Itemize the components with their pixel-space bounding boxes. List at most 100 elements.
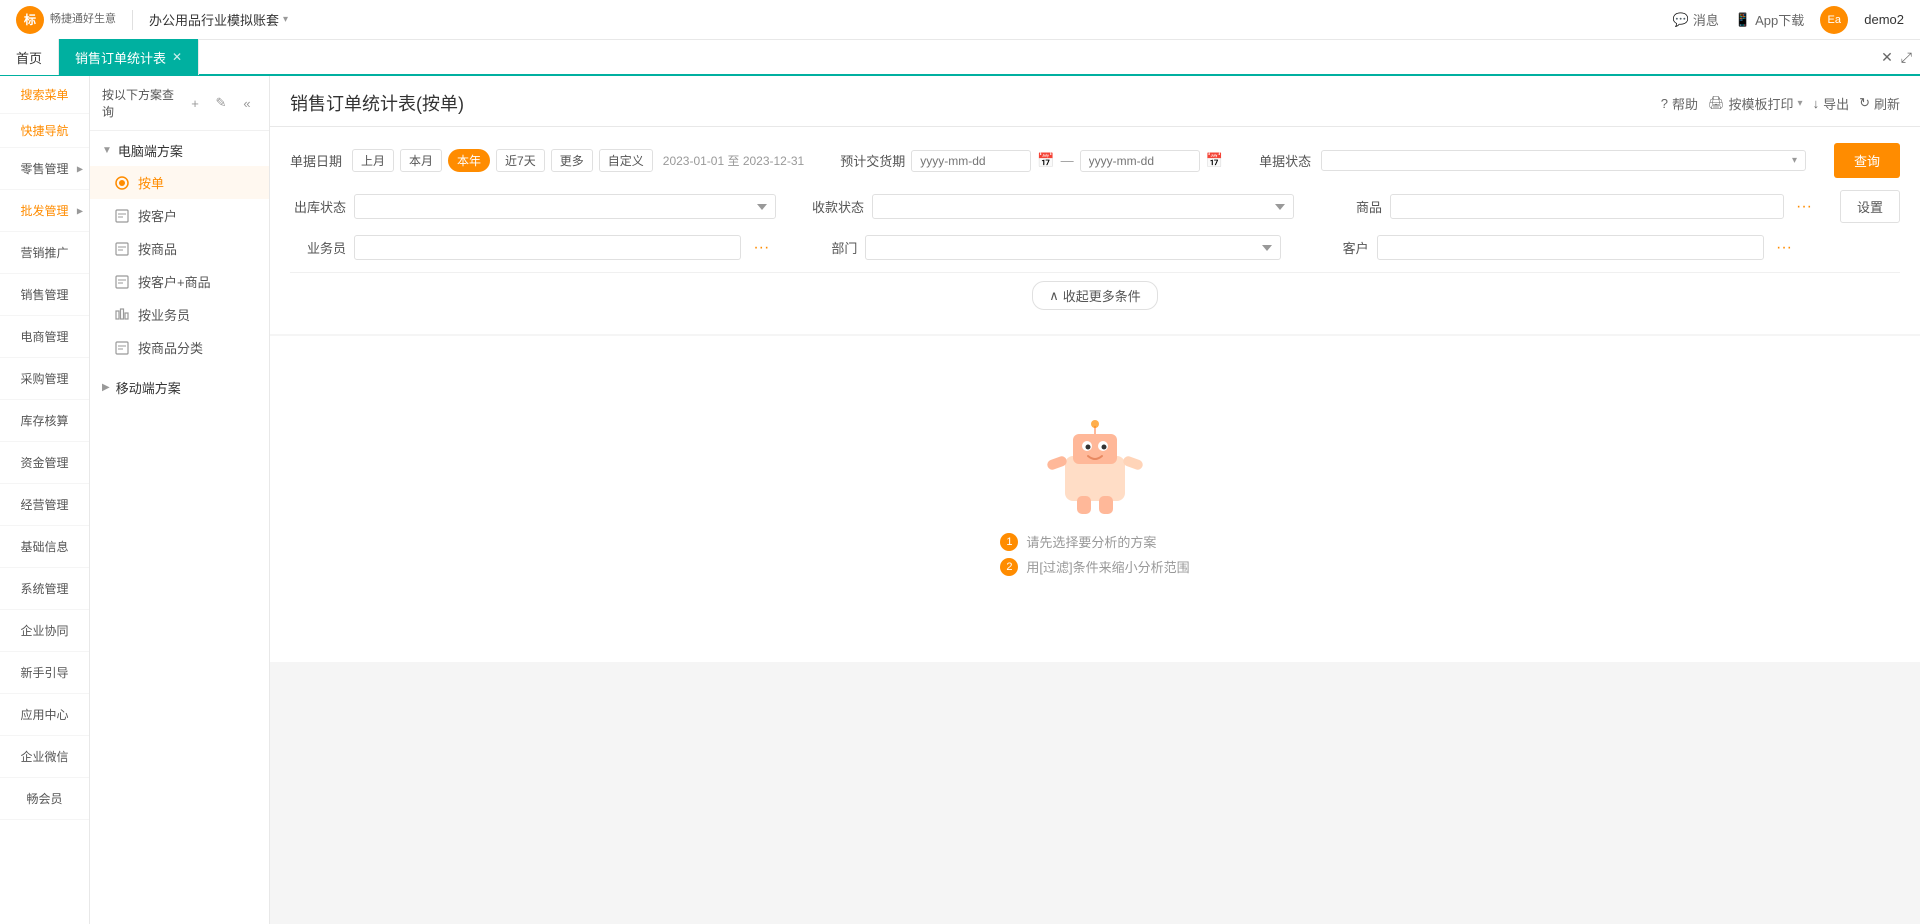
sidebar-item-corpwechat[interactable]: 企业微信 [0,736,89,778]
sidebar-item-marketing[interactable]: 营销推广 [0,232,89,274]
tab-close-icon[interactable]: ✕ [172,50,182,64]
date-btn-this-year[interactable]: 本年 [448,149,490,172]
scheme-panel: 按以下方案查询 + ✎ « ▼ 电脑端方案 按单 [90,76,270,924]
date-separator: — [1061,153,1074,168]
date-btn-last-month[interactable]: 上月 [352,149,394,172]
app-download-btn[interactable]: 📱 App下载 [1735,10,1804,29]
tab-sales-order-stats[interactable]: 销售订单统计表 ✕ [59,39,199,75]
collapse-arrow-icon: ∧ [1049,288,1059,304]
app-title[interactable]: 办公用品行业模拟账套 ▾ [149,10,288,29]
print-icon: 🖨 [1708,95,1725,111]
date-label: 单据日期 [290,151,346,170]
date-btn-custom[interactable]: 自定义 [599,149,653,172]
scheme-add-btn[interactable]: + [185,93,205,113]
scheme-item-by-order[interactable]: 按单 [90,166,269,199]
expected-delivery-group: 预计交货期 📅 — 📅 [840,150,1223,172]
scheme-group-header-pc[interactable]: ▼ 电脑端方案 [90,135,269,166]
product-input[interactable] [1390,194,1784,219]
scheme-group-header-mobile[interactable]: ▶ 移动端方案 [90,372,269,403]
salesperson-input[interactable] [354,235,741,260]
ship-status-select[interactable] [354,194,776,219]
scheme-panel-icons: + ✎ « [185,93,257,113]
refresh-btn[interactable]: ↻ 刷新 [1859,94,1900,113]
sidebar-item-wholesale[interactable]: 批发管理 [0,190,89,232]
scheme-edit-btn[interactable]: ✎ [211,93,231,113]
download-icon: 📱 [1735,12,1751,28]
sidebar-item-inventory[interactable]: 库存核算 [0,400,89,442]
scheme-item-by-product[interactable]: 按商品 [90,232,269,265]
logo-icon: 标 [16,6,44,34]
scheme-collapse-btn[interactable]: « [237,93,257,113]
scheme-item-by-salesperson[interactable]: 按业务员 [90,298,269,331]
date-from-input[interactable] [911,150,1031,172]
sidebar-item-operations[interactable]: 经营管理 [0,484,89,526]
date-from-group: 📅 [911,150,1054,172]
dept-label: 部门 [801,238,857,257]
sidebar-item-sales[interactable]: 销售管理 [0,274,89,316]
template-print-btn[interactable]: 🖨 按模板打印 ▾ [1708,94,1803,113]
dept-select[interactable] [865,235,1280,260]
scheme-item-by-category[interactable]: 按商品分类 [90,331,269,364]
scheme-item-icon-by-customer-product [114,274,130,290]
sidebar-item-basic[interactable]: 基础信息 [0,526,89,568]
product-label: 商品 [1326,197,1382,216]
receive-status-label: 收款状态 [808,197,864,216]
customer-cell: 客户 ··· [1313,235,1792,260]
sidebar-search[interactable]: 搜索菜单 [0,76,89,114]
status-dropdown-icon: ▾ [1792,155,1797,166]
sidebar-item-system[interactable]: 系统管理 [0,568,89,610]
date-btn-more[interactable]: 更多 [551,149,593,172]
help-btn[interactable]: ? 帮助 [1661,94,1698,113]
collapse-btn[interactable]: ∧ 收起更多条件 [1032,281,1158,310]
sidebar-item-retail[interactable]: 零售管理 [0,148,89,190]
date-to-icon: 📅 [1206,152,1223,169]
username-label: demo2 [1864,12,1904,27]
empty-tip-1-text: 请先选择要分析的方案 [1026,532,1156,551]
empty-illustration [1035,416,1155,516]
group-expand-icon: ▼ [102,145,112,156]
customer-label: 客户 [1313,238,1369,257]
sidebar-item-membership[interactable]: 畅会员 [0,778,89,820]
avatar[interactable]: Ea [1820,6,1848,34]
page-title: 销售订单统计表(按单) [290,90,464,116]
app-title-dropdown-icon[interactable]: ▾ [283,14,288,25]
product-cell: 商品 ··· [1326,194,1812,219]
main-layout: 搜索菜单 快捷导航 零售管理 批发管理 营销推广 销售管理 电商管理 采购管理 … [0,76,1920,924]
sidebar-item-finance[interactable]: 资金管理 [0,442,89,484]
ship-status-cell: 出库状态 [290,194,776,219]
top-bar: 标 畅捷通好生意 办公用品行业模拟账套 ▾ 💬 消息 📱 App下载 Ea de… [0,0,1920,40]
scheme-item-by-customer[interactable]: 按客户 [90,199,269,232]
tab-expand-btn[interactable]: ⤢ [1901,49,1912,66]
sidebar-item-newuser[interactable]: 新手引导 [0,652,89,694]
settings-button[interactable]: 设置 [1840,190,1900,223]
tab-close-window-btn[interactable]: ✕ [1881,49,1893,66]
main-content: 销售订单统计表(按单) ? 帮助 🖨 按模板打印 ▾ ↓ 导出 [270,76,1920,924]
ship-status-label: 出库状态 [290,197,346,216]
salesperson-ellipsis[interactable]: ··· [753,239,769,257]
dept-cell: 部门 [801,235,1280,260]
query-button[interactable]: 查询 [1834,143,1900,178]
date-btn-this-month[interactable]: 本月 [400,149,442,172]
sidebar-item-procurement[interactable]: 采购管理 [0,358,89,400]
status-select[interactable]: ▾ [1321,150,1806,171]
sidebar-item-ecommerce[interactable]: 电商管理 [0,316,89,358]
sidebar-item-enterprise[interactable]: 企业协同 [0,610,89,652]
product-ellipsis[interactable]: ··· [1796,198,1812,216]
tab-bar: 首页 销售订单统计表 ✕ ✕ ⤢ [0,40,1920,76]
export-btn[interactable]: ↓ 导出 [1813,94,1850,113]
tab-home[interactable]: 首页 [0,39,59,75]
receive-status-select[interactable] [872,194,1294,219]
customer-ellipsis[interactable]: ··· [1776,239,1792,257]
customer-input[interactable] [1377,235,1764,260]
date-to-input[interactable] [1080,150,1200,172]
scheme-item-by-customer-product[interactable]: 按客户+商品 [90,265,269,298]
message-btn[interactable]: 💬 消息 [1673,10,1719,29]
empty-num-1: 1 [1000,533,1018,551]
sidebar-item-appcenter[interactable]: 应用中心 [0,694,89,736]
logo-area: 标 畅捷通好生意 [16,6,116,34]
page-header: 销售订单统计表(按单) ? 帮助 🖨 按模板打印 ▾ ↓ 导出 [270,76,1920,127]
date-btn-last-7days[interactable]: 近7天 [496,149,545,172]
empty-icon [1035,416,1155,516]
status-group: 单据状态 ▾ [1259,150,1806,171]
sidebar-nav[interactable]: 快捷导航 [0,114,89,148]
